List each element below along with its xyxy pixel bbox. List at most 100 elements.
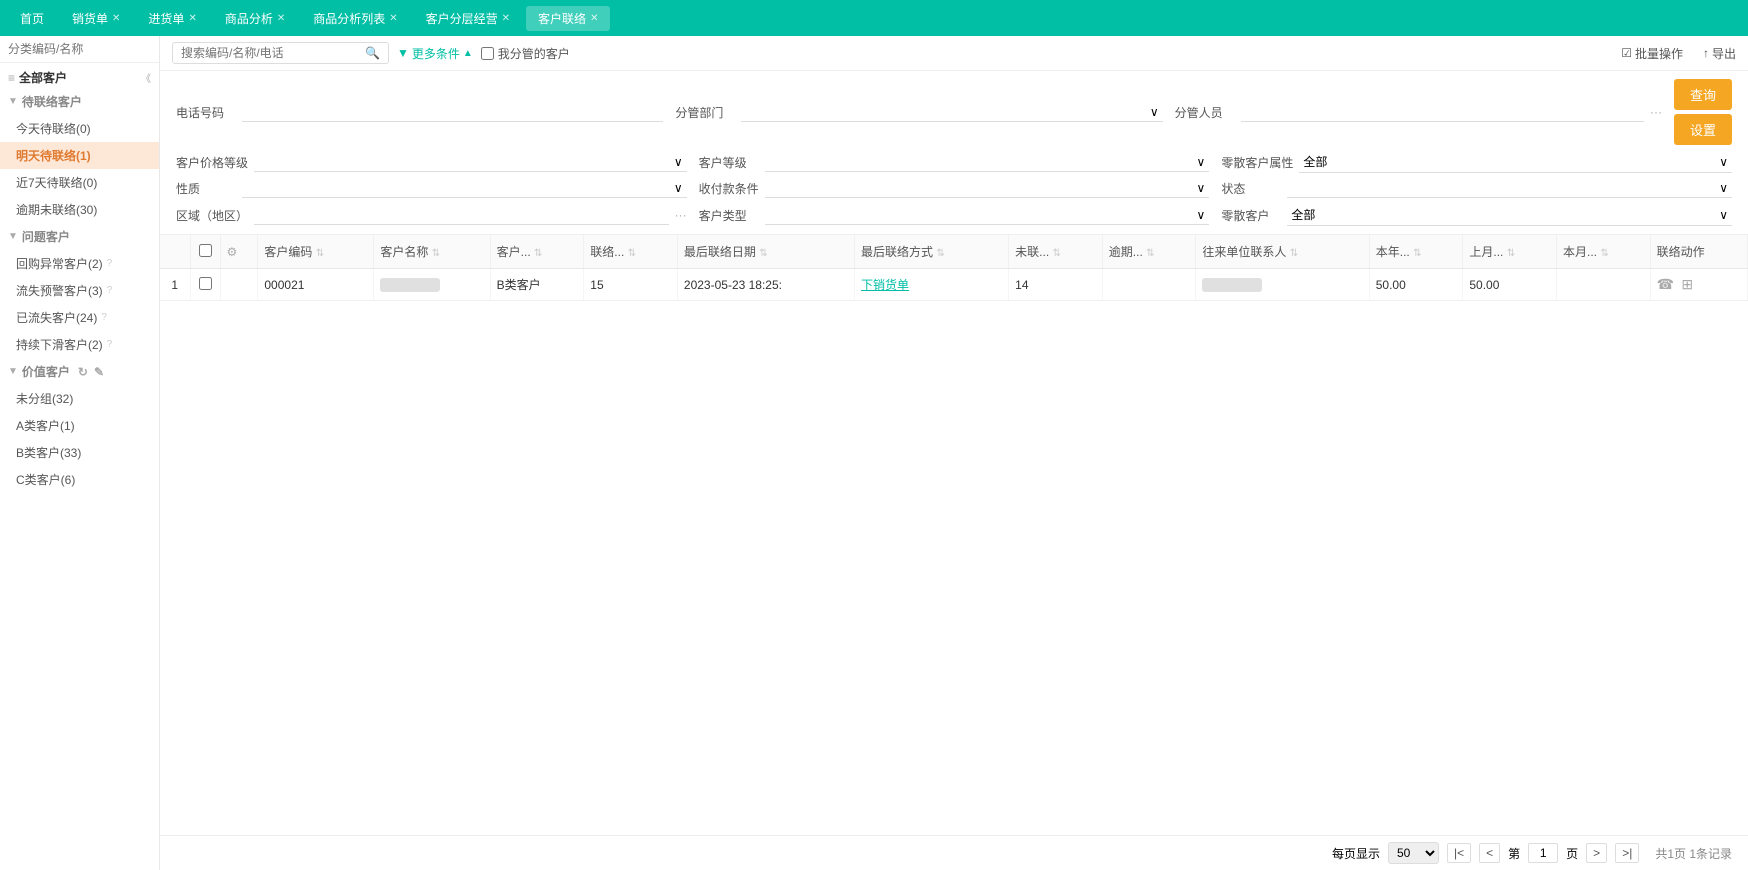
- page-number-input[interactable]: [1528, 843, 1558, 863]
- field-retail-attr: 零散客户属性 全部 ∨: [1221, 151, 1732, 173]
- th-this-month[interactable]: 本月... ⇅: [1557, 235, 1651, 269]
- nav-customer-layered[interactable]: 客户分层经营 ✕: [414, 6, 522, 31]
- more-conditions-btn[interactable]: ▼ 更多条件 ▲: [397, 45, 473, 62]
- sidebar-item-today[interactable]: 今天待联络(0): [0, 115, 159, 142]
- export-btn[interactable]: ↑ 导出: [1703, 45, 1736, 62]
- pagination: 每页显示 50 100 |< < 第 页 > >| 共1页 1条记录: [160, 835, 1748, 870]
- th-overdue[interactable]: 逾期... ⇅: [1102, 235, 1196, 269]
- cell-last-date: 2023-05-23 18:25:: [677, 269, 854, 301]
- sidebar-item-overdue[interactable]: 逾期未联络(30): [0, 196, 159, 223]
- th-contact-person[interactable]: 往来单位联系人 ⇅: [1196, 235, 1369, 269]
- first-page-btn[interactable]: |<: [1447, 843, 1471, 863]
- adv-filter-row-1: 电话号码 分管部门 ∨ 分管人员 ··· 查询 设置: [176, 79, 1732, 145]
- th-gear: ⚙: [220, 235, 258, 269]
- nav-home[interactable]: 首页: [8, 6, 56, 31]
- batch-ops-btn[interactable]: ☑ 批量操作: [1621, 45, 1683, 62]
- cell-type: B类客户: [490, 269, 584, 301]
- method-link[interactable]: 下销货单: [861, 278, 909, 292]
- cell-action: ☎ ⊞: [1650, 269, 1747, 301]
- th-last-method[interactable]: 最后联络方式 ⇅: [854, 235, 1008, 269]
- search-icon[interactable]: 🔍: [365, 46, 380, 60]
- nav-close-customer-layered[interactable]: ✕: [502, 13, 510, 24]
- th-this-year[interactable]: 本年... ⇅: [1369, 235, 1463, 269]
- sidebar-item-repurchase-abnormal[interactable]: 回购异常客户(2) ?: [0, 250, 159, 277]
- sidebar-collapse-icon[interactable]: 《: [141, 70, 151, 85]
- cell-overdue: [1102, 269, 1196, 301]
- row-checkbox[interactable]: [199, 277, 212, 290]
- th-code[interactable]: 客户编码 ⇅: [258, 235, 374, 269]
- dept-select[interactable]: ∨: [741, 103, 1162, 122]
- nav-sales-order[interactable]: 销货单 ✕: [60, 6, 132, 31]
- group-arrow-problem[interactable]: ▼: [8, 231, 18, 242]
- sidebar-item-class-c[interactable]: C类客户(6): [0, 466, 159, 493]
- sidebar-item-7days[interactable]: 近7天待联络(0): [0, 169, 159, 196]
- select-all-checkbox[interactable]: [199, 244, 212, 257]
- nav-customer-contact[interactable]: 客户联络 ✕: [526, 6, 610, 31]
- cell-name[interactable]: [374, 269, 490, 301]
- status-select[interactable]: ∨: [1287, 179, 1732, 198]
- sidebar-item-declining[interactable]: 持续下滑客户(2) ?: [0, 331, 159, 358]
- nature-select[interactable]: ∨: [242, 179, 687, 198]
- retail-attr-select[interactable]: 全部 ∨: [1299, 151, 1732, 173]
- last-page-btn[interactable]: >|: [1615, 843, 1639, 863]
- th-name[interactable]: 客户名称 ⇅: [374, 235, 490, 269]
- cell-check[interactable]: [190, 269, 220, 301]
- area-input[interactable]: [254, 206, 669, 225]
- sidebar-item-tomorrow[interactable]: 明天待联络(1): [0, 142, 159, 169]
- setting-btn[interactable]: 设置: [1674, 114, 1732, 145]
- prev-page-btn[interactable]: <: [1479, 843, 1500, 863]
- my-customers-wrap: 我分管的客户: [481, 45, 570, 62]
- person-input[interactable]: [1241, 103, 1644, 122]
- per-page-select[interactable]: 50 100: [1388, 842, 1439, 864]
- action-icon-2[interactable]: ⊞: [1681, 276, 1693, 292]
- th-contact[interactable]: 联络... ⇅: [584, 235, 678, 269]
- nav-close-sales[interactable]: ✕: [112, 13, 120, 24]
- nav-close-customer-contact[interactable]: ✕: [590, 13, 598, 24]
- nav-close-product-list[interactable]: ✕: [389, 13, 397, 24]
- sidebar-item-class-a[interactable]: A类客户(1): [0, 412, 159, 439]
- cell-contact: 15: [584, 269, 678, 301]
- next-page-btn[interactable]: >: [1586, 843, 1607, 863]
- cell-last-method[interactable]: 下销货单: [854, 269, 1008, 301]
- nav-product-analysis-list[interactable]: 商品分析列表 ✕: [301, 6, 409, 31]
- customer-type-select[interactable]: ∨: [765, 206, 1210, 225]
- th-check: [190, 235, 220, 269]
- group-arrow-value[interactable]: ▼: [8, 366, 18, 377]
- th-customer-type[interactable]: 客户... ⇅: [490, 235, 584, 269]
- th-not-contacted[interactable]: 未联... ⇅: [1009, 235, 1103, 269]
- query-btn[interactable]: 查询: [1674, 79, 1732, 110]
- retail-customer-select[interactable]: 全部 ∨: [1287, 204, 1732, 226]
- nav-close-purchase[interactable]: ✕: [188, 13, 196, 24]
- field-nature: 性质 ∨: [176, 179, 687, 198]
- nav-close-product-analysis[interactable]: ✕: [277, 13, 285, 24]
- query-setting-btns: 查询 设置: [1674, 79, 1732, 145]
- my-customers-checkbox[interactable]: [481, 47, 494, 60]
- sidebar-item-class-b[interactable]: B类客户(33): [0, 439, 159, 466]
- help-icon-2: ?: [107, 285, 113, 296]
- chevron-down-ctype: ∨: [1197, 208, 1206, 222]
- gear-icon[interactable]: ⚙: [227, 245, 238, 259]
- nav-purchase-order[interactable]: 进货单 ✕: [136, 6, 208, 31]
- all-customers-title[interactable]: ≡ 全部客户: [8, 69, 67, 86]
- value-edit-icon[interactable]: ✎: [94, 365, 104, 379]
- sidebar-item-churn-warning[interactable]: 流失预警客户(3) ?: [0, 277, 159, 304]
- group-arrow-pending[interactable]: ▼: [8, 96, 18, 107]
- top-nav: 首页 销货单 ✕ 进货单 ✕ 商品分析 ✕ 商品分析列表 ✕ 客户分层经营 ✕ …: [0, 0, 1748, 36]
- value-refresh-icon[interactable]: ↻: [78, 365, 88, 379]
- th-last-month[interactable]: 上月... ⇅: [1463, 235, 1557, 269]
- th-last-date[interactable]: 最后联络日期 ⇅: [677, 235, 854, 269]
- action-icon-1[interactable]: ☎: [1657, 276, 1674, 292]
- payment-select[interactable]: ∨: [765, 179, 1210, 198]
- customer-level-select[interactable]: ∨: [765, 153, 1210, 172]
- phone-input[interactable]: [242, 103, 663, 122]
- person-more-icon[interactable]: ···: [1650, 105, 1662, 119]
- area-more-icon[interactable]: ···: [675, 208, 687, 222]
- price-level-select[interactable]: ∨: [254, 153, 687, 172]
- sidebar-search-input[interactable]: [8, 42, 160, 56]
- adv-filter: 电话号码 分管部门 ∨ 分管人员 ··· 查询 设置: [160, 71, 1748, 235]
- sidebar-item-churned[interactable]: 已流失客户(24) ?: [0, 304, 159, 331]
- sidebar-item-ungrouped[interactable]: 未分组(32): [0, 385, 159, 412]
- nav-product-analysis[interactable]: 商品分析 ✕: [213, 6, 297, 31]
- search-input[interactable]: [181, 46, 361, 60]
- chevron-down-dept: ∨: [1150, 105, 1159, 119]
